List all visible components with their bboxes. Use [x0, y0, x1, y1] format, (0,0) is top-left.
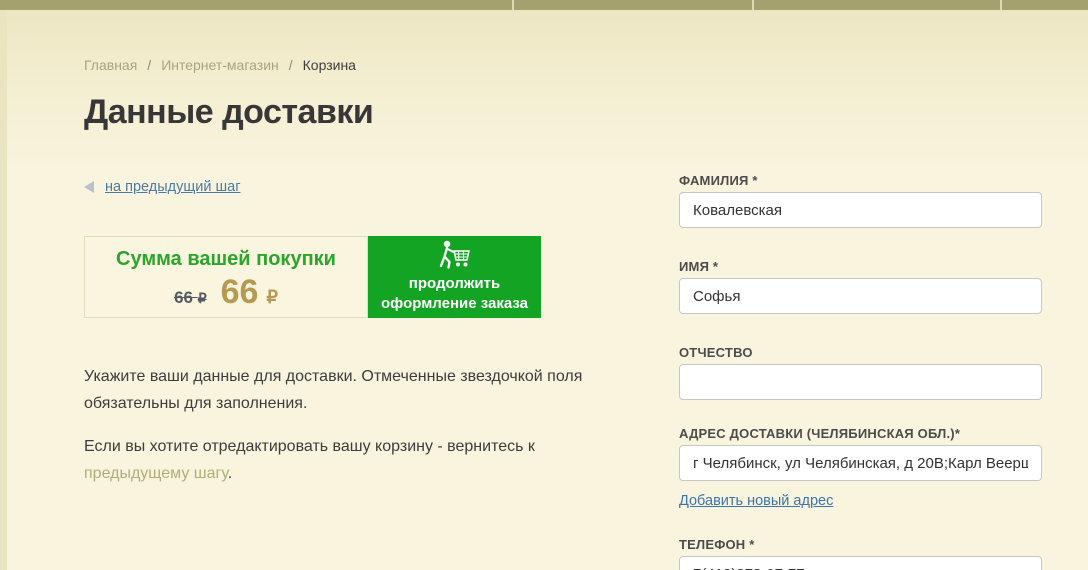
lastname-label: ФАМИЛИЯ *	[679, 173, 758, 188]
form-field-lastname: ФАМИЛИЯ *	[679, 174, 1042, 228]
top-nav-bar[interactable]	[0, 0, 1088, 10]
breadcrumb: Главная / Интернет-магазин / Корзина	[84, 57, 629, 73]
breadcrumb-separator: /	[288, 57, 293, 73]
top-nav-divider	[512, 0, 514, 10]
cart-walker-icon	[439, 240, 470, 269]
top-nav-divider	[752, 0, 754, 10]
breadcrumb-link-shop[interactable]: Интернет-магазин	[161, 57, 279, 73]
breadcrumb-separator: /	[147, 57, 152, 73]
summary-prices: 66 ₽ 66 ₽	[85, 273, 367, 312]
firstname-label: ИМЯ *	[679, 259, 719, 274]
prev-step-inline-link[interactable]: предыдущему шагу	[84, 465, 228, 482]
intro-paragraph-2: Если вы хотите отредактировать вашу корз…	[84, 438, 535, 482]
old-price: 66 ₽	[174, 288, 207, 307]
breadcrumb-link-home[interactable]: Главная	[84, 57, 137, 73]
summary-title: Сумма вашей покупки	[116, 248, 336, 270]
prev-step-link[interactable]: на предыдущий шаг	[105, 179, 241, 195]
prev-step-row: на предыдущий шаг	[84, 179, 629, 195]
firstname-input[interactable]	[679, 278, 1042, 314]
delivery-form: ФАМИЛИЯ * ИМЯ * ОТЧЕСТВО АДРЕС ДОСТАВКИ …	[679, 174, 1042, 570]
top-nav-divider	[1000, 0, 1002, 10]
middlename-input[interactable]	[679, 364, 1042, 400]
form-field-address: АДРЕС ДОСТАВКИ (ЧЕЛЯБИНСКАЯ ОБЛ.)*	[679, 427, 1042, 481]
checkout-button-label: продолжить	[408, 275, 501, 292]
form-field-phone: ТЕЛЕФОН *	[679, 538, 1042, 570]
checkout-button[interactable]: продолжить оформление заказа	[368, 236, 541, 318]
checkout-button-label: оформление заказа	[380, 295, 528, 312]
page-title: Данные доставки	[84, 93, 374, 131]
add-address-link[interactable]: Добавить новый адрес	[679, 493, 833, 509]
lastname-input[interactable]	[679, 192, 1042, 228]
currency-symbol: ₽	[266, 287, 278, 307]
phone-input[interactable]	[679, 556, 1042, 570]
intro-paragraph-1: Укажите ваши данные для доставки. Отмече…	[84, 368, 583, 412]
address-label: АДРЕС ДОСТАВКИ (ЧЕЛЯБИНСКАЯ ОБЛ.)*	[679, 426, 961, 441]
main-content: Главная / Интернет-магазин / Корзина Дан…	[84, 57, 629, 487]
phone-label: ТЕЛЕФОН *	[679, 537, 755, 552]
form-field-firstname: ИМЯ *	[679, 260, 1042, 314]
purchase-summary-panel: Сумма вашей покупки 66 ₽ 66 ₽	[84, 236, 368, 318]
purchase-summary-box: Сумма вашей покупки 66 ₽ 66 ₽ продолжить…	[84, 236, 541, 318]
form-field-middlename: ОТЧЕСТВО	[679, 346, 1042, 400]
middlename-label: ОТЧЕСТВО	[679, 345, 753, 360]
left-arrow-icon	[84, 181, 94, 193]
intro-text: Укажите ваши данные для доставки. Отмече…	[84, 363, 606, 487]
current-price: 66	[220, 273, 259, 311]
breadcrumb-current: Корзина	[302, 57, 356, 73]
address-input[interactable]	[679, 445, 1042, 481]
page-left-edge	[0, 10, 7, 570]
